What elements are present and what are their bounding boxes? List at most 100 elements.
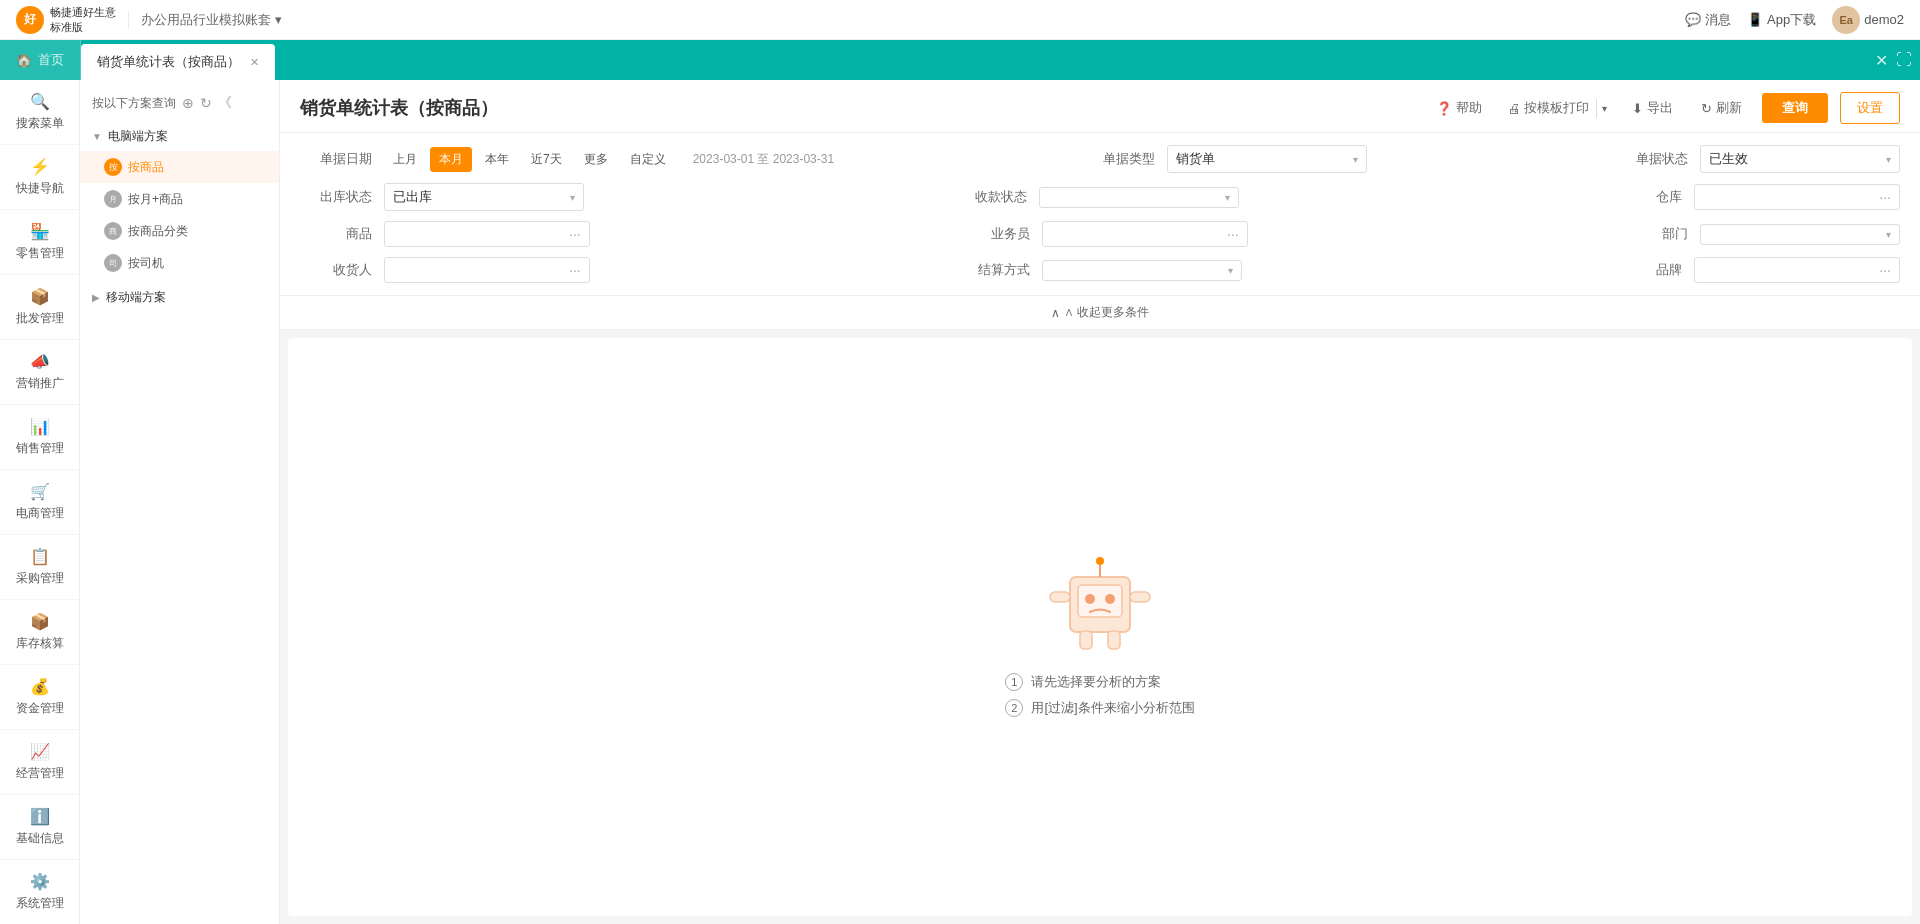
svg-point-2 xyxy=(1085,594,1095,604)
help-btn[interactable]: ❓ 帮助 xyxy=(1428,95,1490,121)
mobile-group-label: 移动端方案 xyxy=(106,289,166,306)
sidebar-item-inventory[interactable]: 📦 库存核算 xyxy=(0,600,79,665)
filter-brand-input[interactable]: ··· xyxy=(1694,257,1900,283)
filter-out-status-arrow xyxy=(570,192,575,203)
empty-state: 1 请先选择要分析的方案 2 用[过滤]条件来缩小分析范围 xyxy=(288,338,1912,916)
app-download-btn[interactable]: 📱 App下载 xyxy=(1747,11,1816,29)
wholesale-icon: 📦 xyxy=(30,287,50,306)
filter-warehouse-field[interactable] xyxy=(1703,190,1871,205)
top-nav: 好 畅捷通好生意 标准版 办公用品行业模拟账套 ▾ 💬 消息 📱 App下载 E… xyxy=(0,0,1920,40)
hint-num-2: 2 xyxy=(1005,699,1023,717)
settings-btn[interactable]: 设置 xyxy=(1840,92,1900,124)
collapse-panel-btn[interactable]: 《 xyxy=(218,94,232,112)
scheme-icon-by-month: 月 xyxy=(104,190,122,208)
message-btn[interactable]: 💬 消息 xyxy=(1685,11,1731,29)
sidebar-item-quick-nav[interactable]: ⚡ 快捷导航 xyxy=(0,145,79,210)
scheme-item-by-product[interactable]: 按 按商品 xyxy=(80,151,279,183)
scheme-item-by-driver[interactable]: 司 按司机 xyxy=(80,247,279,279)
date-btn-last-month[interactable]: 上月 xyxy=(384,147,426,172)
filter-product-input[interactable]: ··· xyxy=(384,221,590,247)
filter-label-doc-status: 单据状态 xyxy=(1616,150,1688,168)
filter-salesperson-input[interactable]: ··· xyxy=(1042,221,1248,247)
svg-rect-9 xyxy=(1108,631,1120,649)
filter-doc-type-value: 销货单 xyxy=(1176,150,1349,168)
filter-payment-arrow xyxy=(1228,265,1233,276)
filter-out-status-select[interactable]: 已出库 xyxy=(384,183,584,211)
filter-warehouse-input[interactable]: ··· xyxy=(1694,184,1900,210)
scheme-item-by-category[interactable]: 商 按商品分类 xyxy=(80,215,279,247)
scheme-item-by-month-product[interactable]: 月 按月+商品 xyxy=(80,183,279,215)
export-btn[interactable]: ⬇ 导出 xyxy=(1624,95,1681,121)
tab-report[interactable]: 销货单统计表（按商品） ✕ xyxy=(81,44,275,80)
sidebar-item-operation[interactable]: 📈 经营管理 xyxy=(0,730,79,795)
sidebar-item-basic[interactable]: ℹ️ 基础信息 xyxy=(0,795,79,860)
refresh-scheme-btn[interactable]: ↻ xyxy=(200,95,212,111)
filter-out-status-value: 已出库 xyxy=(393,188,566,206)
top-nav-left: 好 畅捷通好生意 标准版 办公用品行业模拟账套 ▾ xyxy=(16,5,282,34)
filter-doc-type-arrow xyxy=(1353,154,1358,165)
date-btn-this-month[interactable]: 本月 xyxy=(430,147,472,172)
filter-dept-select[interactable] xyxy=(1700,224,1900,245)
empty-illustration xyxy=(1040,537,1160,657)
mobile-scheme-group-title[interactable]: ▶ 移动端方案 xyxy=(80,283,279,312)
scheme-icon-by-driver: 司 xyxy=(104,254,122,272)
date-btn-custom[interactable]: 自定义 xyxy=(621,147,675,172)
sidebar-item-system[interactable]: ⚙️ 系统管理 xyxy=(0,860,79,924)
tab-home[interactable]: 🏠 首页 xyxy=(0,40,81,80)
print-btn[interactable]: 🖨 按模板打印 xyxy=(1502,95,1595,121)
filter-brand-field[interactable] xyxy=(1703,263,1871,278)
filter-product-ellipsis[interactable]: ··· xyxy=(569,226,581,242)
filter-recipient-field[interactable] xyxy=(393,263,561,278)
filter-label-recipient: 收货人 xyxy=(300,261,372,279)
svg-rect-1 xyxy=(1078,585,1122,617)
app-selector[interactable]: 办公用品行业模拟账套 ▾ xyxy=(128,11,282,29)
scheme-icon-by-category: 商 xyxy=(104,222,122,240)
filter-salesperson-field[interactable] xyxy=(1051,227,1219,242)
sidebar-item-sales[interactable]: 📊 销售管理 xyxy=(0,405,79,470)
basic-icon: ℹ️ xyxy=(30,807,50,826)
user-menu-btn[interactable]: Ea demo2 xyxy=(1832,6,1904,34)
add-scheme-btn[interactable]: ⊕ xyxy=(182,95,194,111)
filter-product-field[interactable] xyxy=(393,227,561,242)
filter-dept-arrow xyxy=(1886,229,1891,240)
logo-area: 好 畅捷通好生意 标准版 xyxy=(16,5,116,34)
tab-bar: 🏠 首页 销货单统计表（按商品） ✕ ✕ ⛶ xyxy=(0,40,1920,80)
query-btn[interactable]: 查询 xyxy=(1762,93,1828,123)
refresh-btn[interactable]: ↻ 刷新 xyxy=(1693,95,1750,121)
sidebar-item-wholesale[interactable]: 📦 批发管理 xyxy=(0,275,79,340)
sidebar-item-purchase[interactable]: 📋 采购管理 xyxy=(0,535,79,600)
sidebar-item-marketing[interactable]: 📣 营销推广 xyxy=(0,340,79,405)
filter-doc-status-select[interactable]: 已生效 xyxy=(1700,145,1900,173)
filter-recipient-input[interactable]: ··· xyxy=(384,257,590,283)
date-btn-this-year[interactable]: 本年 xyxy=(476,147,518,172)
date-btn-7days[interactable]: 近7天 xyxy=(522,147,571,172)
filter-doc-type-select[interactable]: 销货单 xyxy=(1167,145,1367,173)
tab-maximize-btn[interactable]: ⛶ xyxy=(1896,51,1912,69)
filter-payment-select[interactable] xyxy=(1042,260,1242,281)
filter-brand-ellipsis[interactable]: ··· xyxy=(1879,262,1891,278)
date-btn-more[interactable]: 更多 xyxy=(575,147,617,172)
sidebar-item-search-menu[interactable]: 🔍 搜索菜单 xyxy=(0,80,79,145)
hint-num-1: 1 xyxy=(1005,673,1023,691)
sidebar-item-retail[interactable]: 🏪 零售管理 xyxy=(0,210,79,275)
filter-salesperson-ellipsis[interactable]: ··· xyxy=(1227,226,1239,242)
tab-close-all-btn[interactable]: ✕ xyxy=(1875,51,1888,70)
filter-recipient-ellipsis[interactable]: ··· xyxy=(569,262,581,278)
marketing-icon: 📣 xyxy=(30,352,50,371)
pc-scheme-group-title[interactable]: ▼ 电脑端方案 xyxy=(80,122,279,151)
print-dropdown-btn[interactable]: ▾ xyxy=(1596,99,1612,118)
filter-label-warehouse: 仓库 xyxy=(1610,188,1682,206)
sidebar-item-ecommerce[interactable]: 🛒 电商管理 xyxy=(0,470,79,535)
scheme-icon-by-product: 按 xyxy=(104,158,122,176)
system-icon: ⚙️ xyxy=(30,872,50,891)
filter-row-1: 单据日期 上月 本月 本年 近7天 更多 自定义 2023-03-01 至 20… xyxy=(300,145,1900,173)
filter-label-brand: 品牌 xyxy=(1610,261,1682,279)
filter-doc-status-arrow xyxy=(1886,154,1891,165)
sidebar-item-finance[interactable]: 💰 资金管理 xyxy=(0,665,79,730)
filter-warehouse-ellipsis[interactable]: ··· xyxy=(1879,189,1891,205)
collapse-filter-btn[interactable]: ∧ ∧ 收起更多条件 xyxy=(1051,304,1149,321)
tab-close-btn[interactable]: ✕ xyxy=(250,56,259,69)
left-panel: 按以下方案查询 ⊕ ↻ 《 ▼ 电脑端方案 按 按商品 月 按月+商品 xyxy=(80,80,280,924)
filter-pay-status-select[interactable] xyxy=(1039,187,1239,208)
filter-row-3: 商品 ··· 业务员 ··· 部门 xyxy=(300,221,1900,247)
